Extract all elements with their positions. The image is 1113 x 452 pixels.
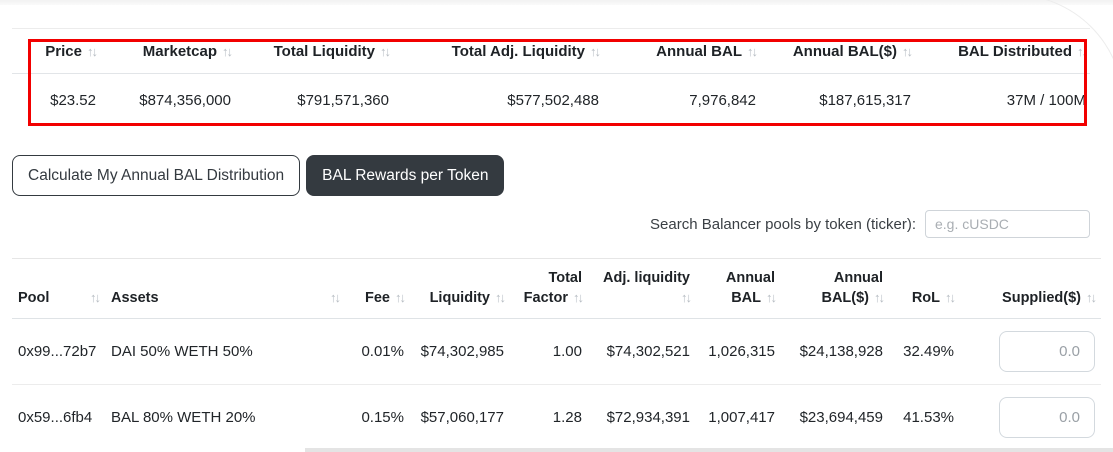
sort-icon: ↑↓ (90, 290, 101, 305)
pool-annual-bal: 1,026,315 (696, 318, 781, 385)
summary-col-header-bal-distributed[interactable]: BAL Distributed ↑↓ (915, 28, 1090, 74)
top-divider (0, 0, 1113, 5)
table-row: 0x99...72b7 DAI 50% WETH 50% 0.01% $74,3… (12, 318, 1101, 385)
summary-bal-distributed-value: 37M / 100M (1006, 92, 1086, 109)
summary-col-label: Total Liquidity (273, 43, 375, 60)
sort-icon: ↑↓ (945, 290, 956, 305)
pool-adj-liquidity: $74,302,521 (588, 318, 696, 385)
sort-icon: ↑↓ (902, 44, 913, 59)
sort-icon: ↑↓ (395, 290, 406, 305)
pool-total-factor: 1.28 (552, 409, 582, 426)
summary-col-label: BAL Distributed (958, 43, 1072, 60)
summary-col-header-price[interactable]: Price ↑↓ (12, 28, 100, 74)
sort-icon: ↑↓ (590, 44, 601, 59)
summary-col-header-total-adj-liquidity[interactable]: Total Adj. Liquidity ↑↓ (393, 28, 603, 74)
pool-rol: 41.53% (903, 409, 954, 426)
pool-adj-liquidity: $72,934,391 (606, 409, 690, 426)
pools-header-row: Pool ↑↓ Assets ↑↓ Fee ↑↓ Liquidity ↑↓ Total … (12, 258, 1101, 319)
pool-annual-bal-usd: $24,138,928 (781, 318, 889, 385)
sort-icon: ↑↓ (681, 290, 692, 305)
sort-icon: ↑↓ (330, 290, 341, 305)
pools-col-label: RoL (911, 290, 940, 306)
pools-col-label: Fee (365, 290, 390, 306)
summary-col-label: Price (45, 43, 82, 60)
sort-icon: ↑↓ (87, 44, 98, 59)
pools-col-header-pool[interactable]: Pool ↑↓ (12, 258, 105, 319)
pools-table: Pool ↑↓ Assets ↑↓ Fee ↑↓ Liquidity ↑↓ Total … (12, 258, 1101, 450)
pool-assets: BAL 80% WETH 20% (111, 409, 256, 426)
pools-col-label: Liquidity (429, 290, 490, 306)
pools-col-label: Assets (111, 290, 159, 306)
summary-marketcap-value: $874,356,000 (139, 92, 231, 109)
sort-icon: ↑↓ (380, 44, 391, 59)
sort-icon: ↑↓ (874, 290, 885, 305)
summary-col-label: Annual BAL (656, 43, 742, 60)
balancer-pools-page: Price ↑↓ Marketcap ↑↓ Total Liquidity ↑↓ To… (0, 0, 1113, 452)
search-input[interactable] (925, 210, 1090, 238)
supplied-amount-input[interactable] (999, 397, 1095, 438)
summary-col-header-annual-bal[interactable]: Annual BAL ↑↓ (603, 28, 760, 74)
pools-col-header-total-factor[interactable]: Total Factor ↑↓ (510, 258, 588, 319)
sort-icon: ↑↓ (747, 44, 758, 59)
sort-icon: ↑↓ (222, 44, 233, 59)
pool-id: 0x99...72b7 (12, 318, 105, 385)
pools-col-header-adj-liquidity[interactable]: Adj. liquidity ↑↓ (588, 258, 696, 319)
pool-liquidity: $74,302,985 (410, 318, 510, 385)
summary-values-row: $23.52 $874,356,000 $791,571,360 $577,50… (12, 74, 1090, 127)
pools-col-header-fee[interactable]: Fee ↑↓ (345, 258, 410, 319)
pools-col-header-assets[interactable]: Assets ↑↓ (105, 258, 345, 319)
pool-liquidity: $57,060,177 (420, 409, 504, 426)
calculate-distribution-button[interactable]: Calculate My Annual BAL Distribution (12, 155, 301, 196)
summary-price-value: $23.52 (50, 92, 96, 109)
summary-col-label: Total Adj. Liquidity (451, 43, 585, 60)
pools-col-label: Adj. liquidity (603, 270, 690, 286)
pool-total-factor: 1.00 (510, 318, 588, 385)
pools-col-header-annual-bal[interactable]: Annual BAL ↑↓ (696, 258, 781, 319)
summary-col-label: Marketcap (142, 43, 217, 60)
summary-total-liquidity-value: $791,571,360 (297, 92, 389, 109)
pool-fee: 0.01% (345, 318, 410, 385)
search-label: Search Balancer pools by token (ticker): (650, 215, 916, 233)
pool-supplied-cell (960, 385, 1101, 451)
pools-col-header-supplied[interactable]: Supplied($) ↑↓ (960, 258, 1101, 319)
summary-header-row: Price ↑↓ Marketcap ↑↓ Total Liquidity ↑↓ To… (12, 28, 1090, 74)
sort-icon: ↑↓ (495, 290, 506, 305)
sort-icon: ↑↓ (1077, 44, 1088, 59)
pool-assets: DAI 50% WETH 50% (105, 318, 345, 385)
summary-annual-bal-usd-value: $187,615,317 (819, 92, 911, 109)
table-row: 0x59...6fb4 BAL 80% WETH 20% 0.15% $57,0… (12, 385, 1101, 451)
summary-annual-bal-value: 7,976,842 (689, 92, 756, 109)
pools-col-label: Pool (18, 290, 50, 306)
toolbar: Calculate My Annual BAL Distribution BAL… (12, 155, 505, 196)
summary-col-label: Annual BAL($) (792, 43, 897, 60)
pool-supplied-cell (960, 318, 1101, 385)
summary-table: Price ↑↓ Marketcap ↑↓ Total Liquidity ↑↓ To… (12, 28, 1090, 126)
summary-col-header-total-liquidity[interactable]: Total Liquidity ↑↓ (235, 28, 393, 74)
summary-col-header-annual-bal-usd[interactable]: Annual BAL($) ↑↓ (760, 28, 915, 74)
bal-rewards-per-token-button[interactable]: BAL Rewards per Token (306, 155, 505, 196)
horizontal-scrollbar[interactable] (305, 448, 1113, 452)
search-row: Search Balancer pools by token (ticker): (0, 210, 1090, 238)
sort-icon: ↑↓ (1086, 290, 1097, 305)
sort-icon: ↑↓ (573, 290, 584, 305)
supplied-amount-input[interactable] (999, 331, 1095, 372)
pool-annual-bal-usd: $23,694,459 (799, 409, 883, 426)
pools-col-label: Supplied($) (1002, 290, 1081, 306)
summary-col-header-marketcap[interactable]: Marketcap ↑↓ (100, 28, 235, 74)
pools-col-header-liquidity[interactable]: Liquidity ↑↓ (410, 258, 510, 319)
sort-icon: ↑↓ (766, 290, 777, 305)
pool-rol: 32.49% (889, 318, 960, 385)
pools-col-header-rol[interactable]: RoL ↑↓ (889, 258, 960, 319)
pool-id: 0x59...6fb4 (18, 409, 93, 426)
pool-annual-bal: 1,007,417 (708, 409, 775, 426)
pools-col-header-annual-bal-usd[interactable]: Annual BAL($) ↑↓ (781, 258, 889, 319)
pool-fee: 0.15% (361, 409, 404, 426)
summary-total-adj-liquidity-value: $577,502,488 (507, 92, 599, 109)
